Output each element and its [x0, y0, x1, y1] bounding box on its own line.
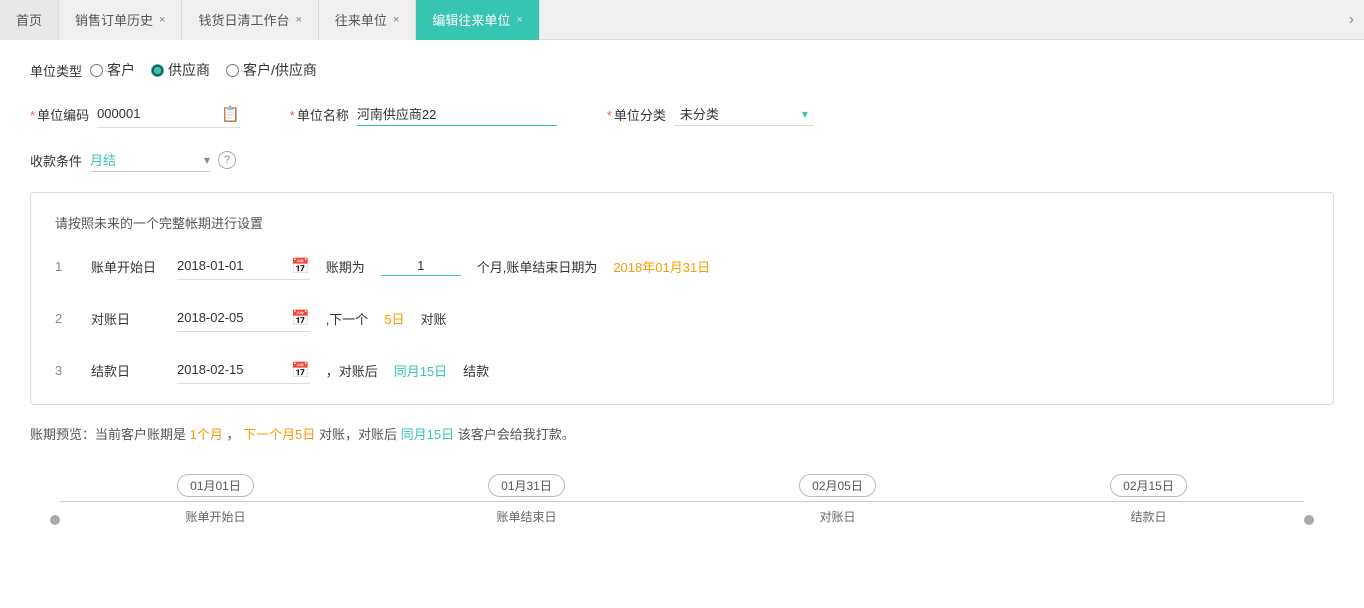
unit-name-field: *单位名称	[290, 102, 557, 126]
tab-cash-workbench-close[interactable]: ×	[295, 14, 301, 26]
setting-row-1: 1 账单开始日 📅 账期为 个月,账单结束日期为 2018年01月31日	[55, 252, 1309, 280]
radio-customer-input[interactable]	[90, 64, 103, 77]
help-icon[interactable]: ?	[218, 151, 236, 169]
unit-code-icon[interactable]: 📋	[221, 105, 240, 123]
unit-info-row: *单位编码 📋 *单位名称 *单位分类 未分类 ▾	[30, 100, 1334, 128]
payment-term-label: 收款条件	[30, 151, 82, 170]
preview-label: 账期预览：当前客户账期是	[30, 427, 186, 442]
radio-customer-supplier-input[interactable]	[226, 64, 239, 77]
setting-row-2: 2 对账日 📅 ,下一个 5日 对账	[55, 304, 1309, 332]
reconcile-highlight: 5日	[384, 309, 404, 328]
payment-term-field: 收款条件 月结 ▾ ?	[30, 148, 236, 172]
unit-code-field: *单位编码 📋	[30, 100, 240, 128]
period-end-date: 2018年01月31日	[613, 257, 710, 276]
tab-partner-units-close[interactable]: ×	[393, 14, 399, 26]
preview-payment: 同月15日	[401, 427, 454, 442]
payment-date-calendar-icon[interactable]: 📅	[291, 361, 310, 379]
tab-partner-units[interactable]: 往来单位 ×	[319, 0, 416, 40]
unit-category-label: *单位分类	[607, 105, 666, 124]
payment-highlight: 同月15日	[394, 361, 447, 380]
timeline-node-1-label: 01月01日	[177, 474, 254, 497]
main-content: 单位类型 客户 供应商 客户/供应商 *单位编码	[0, 40, 1364, 608]
unit-type-row: 单位类型 客户 供应商 客户/供应商	[30, 60, 1334, 80]
tab-edit-partner[interactable]: 编辑往来单位 ×	[416, 0, 539, 40]
tab-sales-history[interactable]: 销售订单历史 ×	[59, 0, 182, 40]
timeline-container: 01月01日 账单开始日 01月31日 账单结束日 02月05日 对账日 02月…	[30, 474, 1334, 549]
row-num-1: 1	[55, 259, 75, 274]
timeline-node-1-sublabel: 账单开始日	[185, 508, 245, 525]
radio-customer-label: 客户	[107, 60, 135, 80]
preview-mid2: 对账，对账后	[319, 427, 397, 442]
setting-row-3: 3 结款日 📅 ，对账后 同月15日 结款	[55, 356, 1309, 384]
timeline-node-4-label: 02月15日	[1110, 474, 1187, 497]
reconcile-date-calendar-icon[interactable]: 📅	[291, 309, 310, 327]
tab-cash-workbench-label: 钱货日清工作台	[198, 10, 289, 29]
tab-bar: 首页 销售订单历史 × 钱货日清工作台 × 往来单位 × 编辑往来单位 × ›	[0, 0, 1364, 40]
settings-box: 请按照未来的一个完整帐期进行设置 1 账单开始日 📅 账期为 个月,账单结束日期…	[30, 192, 1334, 405]
tab-home[interactable]: 首页	[0, 0, 59, 40]
period-unit-text: 个月,账单结束日期为	[477, 257, 598, 276]
payment-date-input[interactable]	[177, 358, 287, 381]
reconcile-date-input-wrapper: 📅	[177, 304, 310, 332]
start-date-calendar-icon[interactable]: 📅	[291, 257, 310, 275]
radio-supplier[interactable]: 供应商	[151, 60, 210, 80]
unit-category-value: 未分类	[680, 104, 798, 123]
tab-expand-button[interactable]: ›	[1339, 11, 1364, 29]
payment-date-input-wrapper: 📅	[177, 356, 310, 384]
row-label-2: 对账日	[91, 309, 161, 328]
period-value-input[interactable]	[381, 256, 461, 276]
payment-hint-pre: ，对账后	[326, 361, 378, 380]
reconcile-hint-post: 对账	[421, 309, 447, 328]
start-date-input-wrapper: 📅	[177, 252, 310, 280]
unit-type-field: 单位类型 客户 供应商 客户/供应商	[30, 60, 317, 80]
tab-cash-workbench[interactable]: 钱货日清工作台 ×	[182, 0, 318, 40]
payment-hint-post: 结款	[463, 361, 489, 380]
payment-term-row: 收款条件 月结 ▾ ?	[30, 148, 1334, 172]
preview-reconcile: 下一个月5日	[243, 427, 315, 442]
unit-code-input-wrapper: 📋	[97, 100, 240, 128]
unit-category-field: *单位分类 未分类 ▾	[607, 102, 814, 126]
reconcile-hint-pre: ,下一个	[326, 309, 369, 328]
preview-end: 该客户会给我打款。	[458, 427, 575, 442]
tab-partner-units-label: 往来单位	[335, 10, 387, 29]
settings-title: 请按照未来的一个完整帐期进行设置	[55, 213, 1309, 232]
unit-code-label: *单位编码	[30, 105, 89, 124]
unit-code-input[interactable]	[97, 102, 217, 125]
radio-customer[interactable]: 客户	[90, 60, 135, 80]
period-label: 账期为	[326, 257, 365, 276]
row-label-3: 结款日	[91, 361, 161, 380]
radio-supplier-input[interactable]	[151, 64, 164, 77]
tab-edit-partner-close[interactable]: ×	[516, 14, 522, 26]
unit-type-label: 单位类型	[30, 61, 82, 80]
preview-section: 账期预览：当前客户账期是 1个月 ， 下一个月5日 对账，对账后 同月15日 该…	[30, 425, 1334, 446]
payment-term-arrow-icon: ▾	[204, 153, 210, 167]
payment-term-select[interactable]: 月结 ▾	[90, 148, 210, 172]
row-num-2: 2	[55, 311, 75, 326]
tab-sales-history-label: 销售订单历史	[75, 10, 153, 29]
preview-period: 1个月	[190, 427, 223, 442]
timeline-node-3-label: 02月05日	[799, 474, 876, 497]
row-label-1: 账单开始日	[91, 257, 161, 276]
unit-type-radio-group: 客户 供应商 客户/供应商	[90, 60, 317, 80]
tab-home-label: 首页	[16, 10, 42, 29]
unit-name-label: *单位名称	[290, 105, 349, 124]
timeline-node-2-label: 01月31日	[488, 474, 565, 497]
timeline-node-4-sublabel: 结款日	[1130, 508, 1166, 525]
tab-edit-partner-label: 编辑往来单位	[432, 10, 510, 29]
unit-category-arrow-icon: ▾	[802, 107, 808, 121]
row-num-3: 3	[55, 363, 75, 378]
timeline-node-3-sublabel: 对账日	[819, 508, 855, 525]
start-date-input[interactable]	[177, 254, 287, 277]
radio-customer-supplier-label: 客户/供应商	[243, 60, 317, 80]
tab-sales-history-close[interactable]: ×	[159, 14, 165, 26]
reconcile-date-input[interactable]	[177, 306, 287, 329]
unit-category-select[interactable]: 未分类 ▾	[674, 102, 814, 126]
preview-mid1: ，	[227, 427, 240, 442]
radio-customer-supplier[interactable]: 客户/供应商	[226, 60, 317, 80]
radio-supplier-label: 供应商	[168, 60, 210, 80]
timeline-node-2-sublabel: 账单结束日	[496, 508, 556, 525]
payment-term-value: 月结	[90, 150, 200, 169]
unit-name-input[interactable]	[357, 102, 557, 126]
